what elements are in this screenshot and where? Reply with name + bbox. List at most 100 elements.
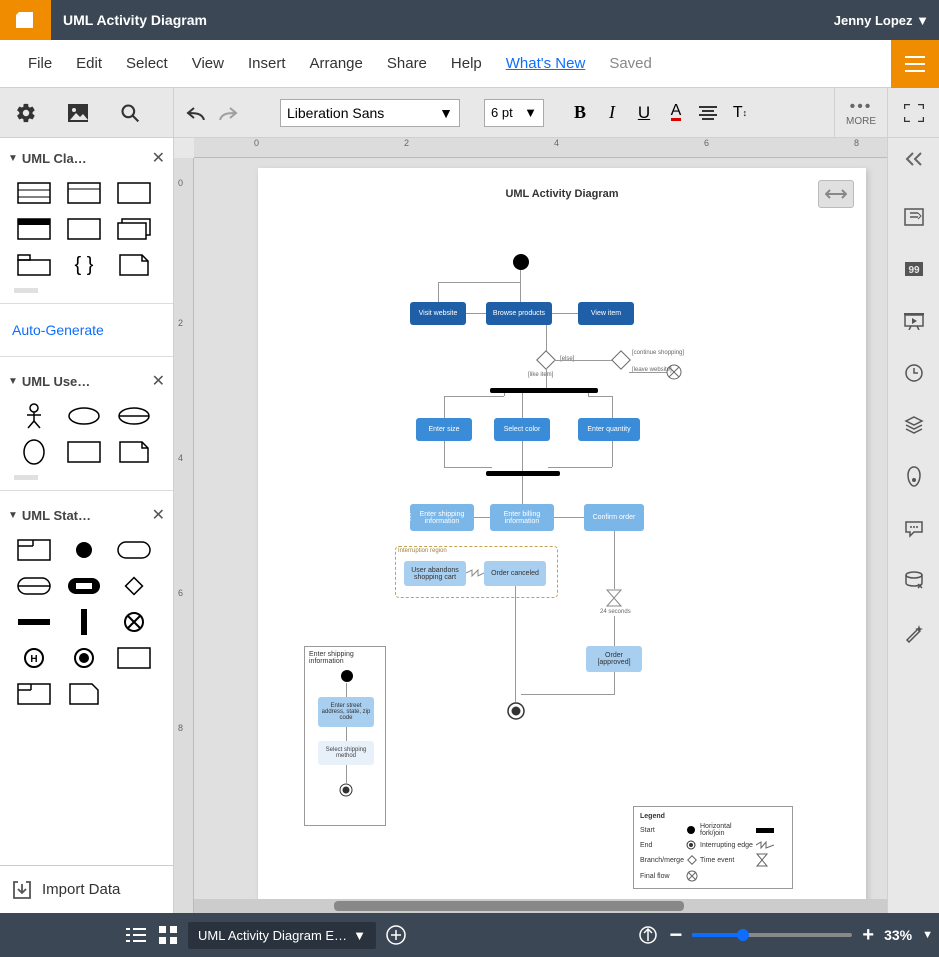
collapse-panel-icon[interactable] bbox=[899, 146, 929, 177]
shape-note2[interactable] bbox=[114, 439, 154, 465]
auto-layout-icon[interactable] bbox=[818, 180, 854, 208]
menu-share[interactable]: Share bbox=[375, 49, 439, 78]
chat-icon[interactable] bbox=[902, 517, 926, 541]
search-icon[interactable] bbox=[118, 101, 142, 125]
history-icon[interactable] bbox=[902, 361, 926, 385]
user-menu[interactable]: Jenny Lopez ▼ bbox=[834, 13, 929, 28]
node-view-item[interactable]: View item bbox=[578, 302, 634, 325]
menu-insert[interactable]: Insert bbox=[236, 49, 298, 78]
shape-class-header[interactable] bbox=[14, 216, 54, 242]
outline-icon[interactable] bbox=[124, 923, 148, 947]
presentation-icon[interactable] bbox=[902, 309, 926, 333]
layers-icon[interactable] bbox=[902, 413, 926, 437]
zoom-out-icon[interactable]: − bbox=[670, 922, 683, 948]
shape-class-2row[interactable] bbox=[64, 180, 104, 206]
paint-icon[interactable] bbox=[902, 465, 926, 489]
node-order-approved[interactable]: Order [approved] bbox=[586, 646, 642, 672]
node-browse-products[interactable]: Browse products bbox=[486, 302, 552, 325]
shape-group-uml-state[interactable]: ▼UML Stat…✕ bbox=[0, 495, 173, 531]
zoom-in-icon[interactable]: + bbox=[862, 924, 874, 947]
comments-icon[interactable]: 99 bbox=[902, 257, 926, 281]
sub-diagram-shipping[interactable]: Enter shipping information Enter street … bbox=[304, 646, 386, 826]
node-fork[interactable] bbox=[490, 388, 598, 393]
text-format-icon[interactable]: T↕ bbox=[728, 101, 752, 125]
shape-tab-rect2[interactable] bbox=[14, 681, 54, 707]
align-icon[interactable] bbox=[696, 101, 720, 125]
shape-ellipse-split[interactable] bbox=[114, 403, 154, 429]
shape-braces[interactable]: { } bbox=[64, 252, 104, 278]
shape-rounded[interactable] bbox=[114, 537, 154, 563]
shape-note3[interactable] bbox=[64, 681, 104, 707]
zoom-slider[interactable] bbox=[692, 933, 852, 937]
shape-rect2[interactable] bbox=[64, 439, 104, 465]
more-tools[interactable]: ••• MORE bbox=[834, 88, 887, 138]
node-join[interactable] bbox=[486, 471, 560, 476]
node-enter-size[interactable]: Enter size bbox=[416, 418, 472, 441]
app-logo[interactable] bbox=[0, 0, 51, 40]
sub-node-address[interactable]: Enter street address, state, zip code bbox=[318, 697, 374, 727]
node-decision-2[interactable] bbox=[611, 350, 631, 370]
menu-whats-new[interactable]: What's New bbox=[494, 49, 598, 78]
close-icon[interactable]: ✕ bbox=[152, 505, 165, 525]
node-activity-final[interactable] bbox=[507, 702, 525, 720]
add-page-icon[interactable] bbox=[384, 923, 408, 947]
grid-view-icon[interactable] bbox=[156, 923, 180, 947]
node-enter-qty[interactable]: Enter quantity bbox=[578, 418, 640, 441]
shape-group-uml-usecase[interactable]: ▼UML Use…✕ bbox=[0, 361, 173, 397]
shape-group-uml-class[interactable]: ▼UML Cla…✕ bbox=[0, 138, 173, 174]
shape-circle-x[interactable] bbox=[114, 609, 154, 635]
node-start[interactable] bbox=[512, 253, 530, 271]
fullscreen-icon[interactable] bbox=[887, 88, 939, 138]
shape-history[interactable]: H bbox=[14, 645, 54, 671]
data-icon[interactable] bbox=[902, 569, 926, 593]
canvas-area[interactable]: 0 2 4 6 8 0 2 4 6 8 UML Activity Diagram bbox=[174, 138, 887, 913]
close-icon[interactable]: ✕ bbox=[152, 371, 165, 391]
font-size-selector[interactable]: 6 pt▼ bbox=[484, 99, 544, 127]
menu-edit[interactable]: Edit bbox=[64, 49, 114, 78]
menu-help[interactable]: Help bbox=[439, 49, 494, 78]
menu-file[interactable]: File bbox=[16, 49, 64, 78]
image-icon[interactable] bbox=[66, 101, 90, 125]
node-select-color[interactable]: Select color bbox=[494, 418, 550, 441]
diagram-page[interactable]: UML Activity Diagram Visit website Brows… bbox=[258, 168, 866, 911]
shape-rect3[interactable] bbox=[114, 645, 154, 671]
node-order-canceled[interactable]: Order canceled bbox=[484, 561, 546, 586]
bold-icon[interactable]: B bbox=[568, 101, 592, 125]
node-visit-website[interactable]: Visit website bbox=[410, 302, 466, 325]
document-title[interactable]: UML Activity Diagram bbox=[63, 12, 207, 28]
menu-select[interactable]: Select bbox=[114, 49, 180, 78]
node-time-event[interactable] bbox=[606, 589, 622, 607]
shape-note[interactable] bbox=[114, 252, 154, 278]
shape-rounded-split[interactable] bbox=[14, 573, 54, 599]
page-tab[interactable]: UML Activity Diagram E…▼ bbox=[188, 922, 376, 949]
shape-bar-h[interactable] bbox=[14, 609, 54, 635]
italic-icon[interactable]: I bbox=[600, 101, 624, 125]
zoom-level[interactable]: 33% bbox=[884, 927, 912, 943]
settings-icon[interactable] bbox=[14, 101, 38, 125]
shape-rounded-label[interactable] bbox=[64, 573, 104, 599]
shape-bar-v[interactable] bbox=[64, 609, 104, 635]
navigator-icon[interactable] bbox=[902, 205, 926, 229]
shape-tab-rect[interactable] bbox=[14, 537, 54, 563]
text-color-icon[interactable]: A bbox=[664, 101, 688, 125]
menu-arrange[interactable]: Arrange bbox=[298, 49, 375, 78]
canvas-viewport[interactable]: UML Activity Diagram Visit website Brows… bbox=[194, 158, 887, 913]
shape-package[interactable] bbox=[14, 252, 54, 278]
node-flow-final[interactable] bbox=[666, 364, 682, 380]
shape-class-rect[interactable] bbox=[114, 180, 154, 206]
shape-oval-tall[interactable] bbox=[14, 439, 54, 465]
font-selector[interactable]: Liberation Sans▼ bbox=[280, 99, 460, 127]
underline-icon[interactable]: U bbox=[632, 101, 656, 125]
shape-final[interactable] bbox=[64, 645, 104, 671]
menu-view[interactable]: View bbox=[180, 49, 236, 78]
magic-icon[interactable] bbox=[902, 621, 926, 645]
shape-diamond[interactable] bbox=[114, 573, 154, 599]
import-data-button[interactable]: Import Data bbox=[0, 865, 173, 913]
close-icon[interactable]: ✕ bbox=[152, 148, 165, 168]
sub-node-method[interactable]: Select shipping method bbox=[318, 741, 374, 765]
redo-icon[interactable] bbox=[216, 101, 240, 125]
node-enter-shipping[interactable]: Enter shipping information bbox=[410, 504, 474, 531]
shape-ellipse[interactable] bbox=[64, 403, 104, 429]
zoom-fit-icon[interactable] bbox=[636, 923, 660, 947]
undo-icon[interactable] bbox=[184, 101, 208, 125]
